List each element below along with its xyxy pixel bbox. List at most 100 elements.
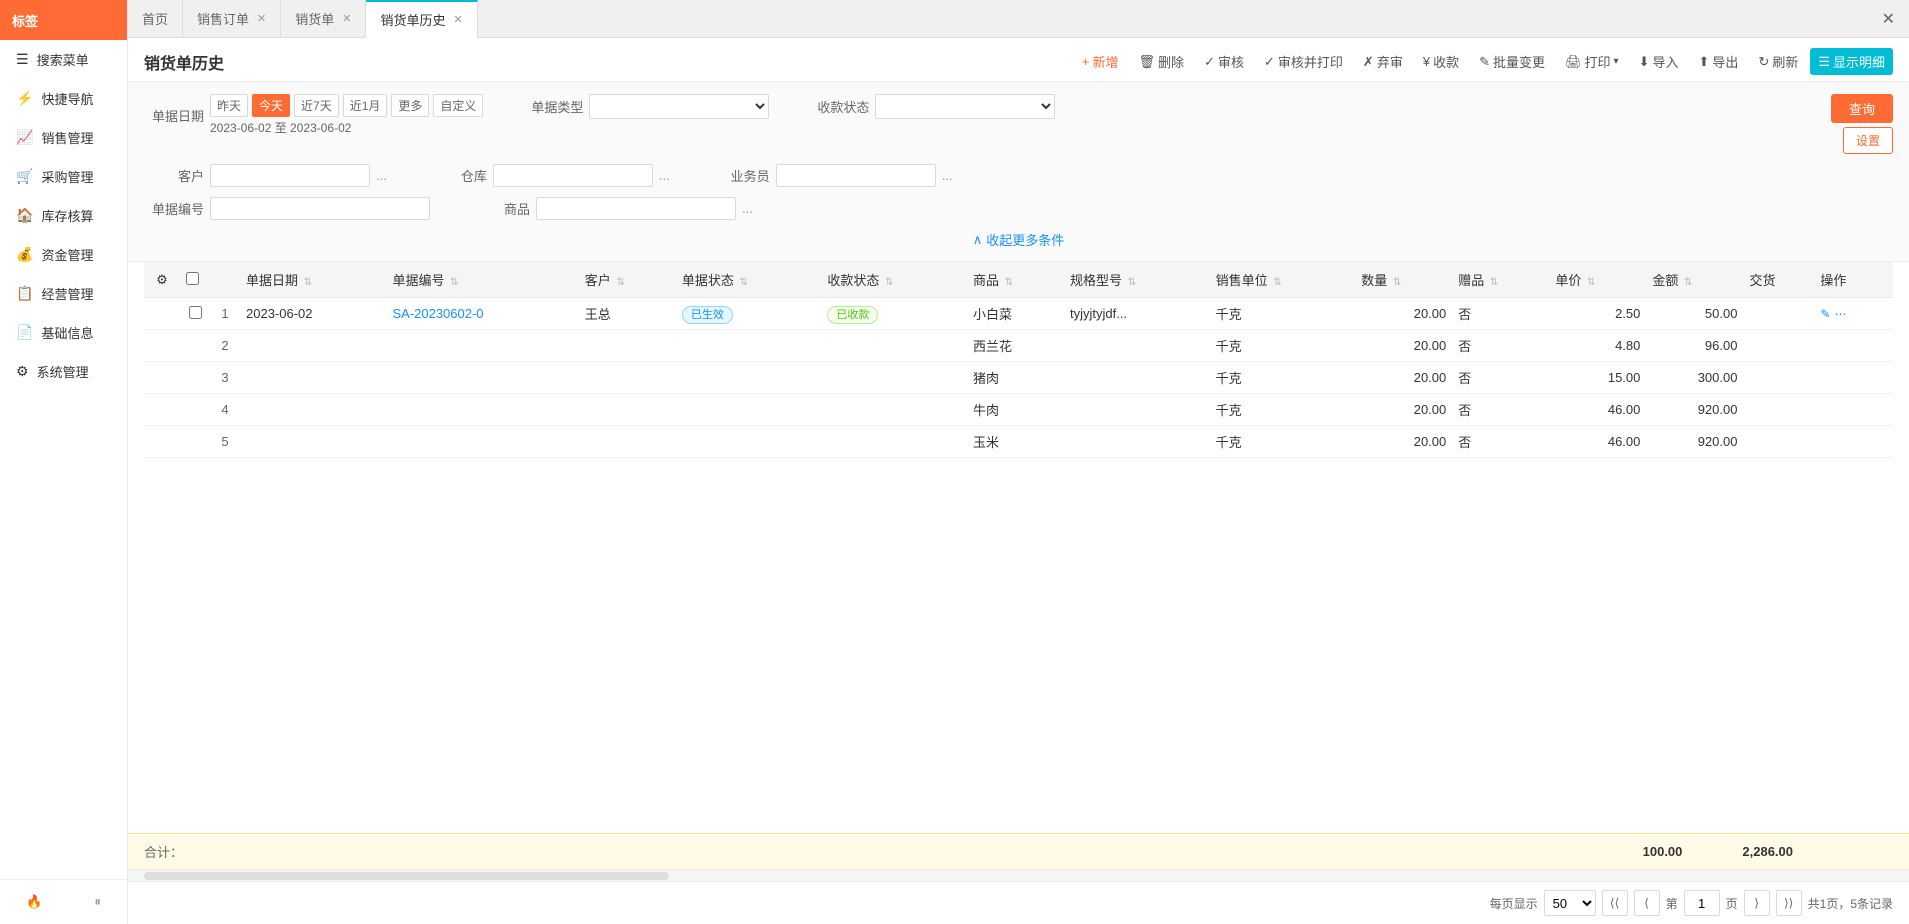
cell-checkbox[interactable] [180, 394, 210, 426]
export-button[interactable]: ⬆ 导出 [1690, 48, 1746, 75]
tab-sales-goods[interactable]: 销货单 ✕ [281, 0, 366, 38]
import-button[interactable]: ⬇ 导入 [1631, 48, 1687, 75]
tab-sales-goods-close[interactable]: ✕ [342, 12, 351, 25]
col-gift[interactable]: 赠品 ⇅ [1452, 262, 1549, 298]
cell-customer [579, 330, 676, 362]
warehouse-dots[interactable]: ... [659, 168, 670, 183]
tab-sales-order[interactable]: 销售订单 ✕ [183, 0, 281, 38]
sidebar-item-search-menu[interactable]: ☰ 搜索菜单 [0, 40, 127, 79]
cell-goods: 玉米 [967, 426, 1064, 458]
edit-action[interactable]: ✎ [1820, 307, 1830, 321]
salesperson-input[interactable] [776, 164, 936, 187]
discard-button[interactable]: ✗ 弃审 [1355, 48, 1411, 75]
filter-date: 单据日期 昨天 今天 近7天 近1月 更多 自定义 2023-06-02 至 2… [144, 94, 483, 136]
cell-checkbox[interactable] [180, 426, 210, 458]
table-row: 4 牛肉 千克 20.00 否 46.00 920.00 [144, 394, 1893, 426]
col-amount[interactable]: 金额 ⇅ [1646, 262, 1743, 298]
goods-dots[interactable]: ... [742, 201, 753, 216]
col-quantity[interactable]: 数量 ⇅ [1355, 262, 1452, 298]
ops-mgmt-icon: 📋 [16, 285, 33, 302]
col-unit-price[interactable]: 单价 ⇅ [1549, 262, 1646, 298]
col-customer[interactable]: 客户 ⇅ [579, 262, 676, 298]
page-first-button[interactable]: ⟨⟨ [1602, 890, 1628, 916]
cell-doc-no[interactable] [386, 330, 578, 362]
table-body: 1 2023-06-02 SA-20230602-0 王总 已生效 已收款 小白… [144, 298, 1893, 458]
salesperson-dots[interactable]: ... [942, 168, 953, 183]
customer-input[interactable] [210, 164, 370, 187]
cell-action [1814, 394, 1893, 426]
sidebar-item-sys-mgmt[interactable]: ⚙ 系统管理 [0, 352, 127, 391]
cell-doc-no[interactable]: SA-20230602-0 [386, 298, 578, 330]
col-checkbox[interactable] [180, 262, 210, 298]
date-1month[interactable]: 近1月 [343, 94, 388, 117]
sidebar-item-basic-info[interactable]: 📄 基础信息 [0, 313, 127, 352]
refresh-button[interactable]: ↻ 刷新 [1750, 48, 1806, 75]
date-yesterday[interactable]: 昨天 [210, 94, 248, 117]
tab-home[interactable]: 首页 [128, 0, 183, 38]
query-button[interactable]: 查询 [1831, 94, 1893, 123]
cell-doc-no[interactable] [386, 426, 578, 458]
date-today[interactable]: 今天 [252, 94, 290, 117]
payment-status-select[interactable] [875, 94, 1055, 119]
sidebar-bottom-btn-right[interactable]: ⏸ [88, 888, 107, 916]
date-custom[interactable]: 自定义 [433, 94, 483, 117]
doc-no-input[interactable] [210, 197, 430, 220]
sidebar-item-sales-mgmt[interactable]: 📈 销售管理 [0, 118, 127, 157]
print-button[interactable]: 🖨 打印 ▾ [1557, 48, 1627, 75]
col-unit[interactable]: 销售单位 ⇅ [1210, 262, 1356, 298]
filter-row-1: 单据日期 昨天 今天 近7天 近1月 更多 自定义 2023-06-02 至 2… [144, 94, 1893, 154]
delete-button[interactable]: 🗑 删除 [1131, 48, 1193, 75]
col-doc-date[interactable]: 单据日期 ⇅ [240, 262, 386, 298]
page-next-button[interactable]: ⟩ [1744, 890, 1770, 916]
set-button[interactable]: 设置 [1843, 127, 1893, 154]
more-action[interactable]: ⋯ [1834, 307, 1846, 321]
sort-spec-icon: ⇅ [1128, 277, 1136, 288]
doc-type-select[interactable] [589, 94, 769, 119]
audit-print-button[interactable]: ✓ 审核并打印 [1256, 48, 1351, 75]
add-button[interactable]: + 新增 [1074, 48, 1127, 75]
refresh-icon: ↻ [1758, 54, 1769, 70]
scrollbar-thumb[interactable] [144, 872, 669, 880]
col-spec[interactable]: 规格型号 ⇅ [1064, 262, 1210, 298]
col-settings[interactable]: ⚙ [144, 262, 180, 298]
cell-spec [1064, 330, 1210, 362]
col-payment-status[interactable]: 收款状态 ⇅ [821, 262, 967, 298]
cell-checkbox[interactable] [180, 362, 210, 394]
cell-doc-no[interactable] [386, 394, 578, 426]
scrollbar-area[interactable] [128, 869, 1909, 881]
sidebar-item-quick-nav[interactable]: ⚡ 快捷导航 [0, 79, 127, 118]
batch-change-button[interactable]: ✎ 批量变更 [1471, 48, 1553, 75]
collect-button[interactable]: ¥ 收款 [1415, 48, 1467, 75]
customer-dots[interactable]: ... [376, 168, 387, 183]
col-doc-no[interactable]: 单据编号 ⇅ [386, 262, 578, 298]
show-detail-button[interactable]: ☰ 显示明细 [1810, 48, 1893, 75]
sidebar-item-purchase-mgmt[interactable]: 🛒 采购管理 [0, 157, 127, 196]
page-content: 销货单历史 + 新增 🗑 删除 ✓ 审核 ✓ 审核并打印 [128, 38, 1909, 924]
window-close-button[interactable]: ✕ [1868, 0, 1909, 38]
page-number-input[interactable] [1684, 890, 1720, 916]
cell-checkbox[interactable] [180, 330, 210, 362]
page-last-button[interactable]: ⟩⟩ [1776, 890, 1802, 916]
col-goods[interactable]: 商品 ⇅ [967, 262, 1064, 298]
sidebar-bottom-btn-left[interactable]: 🔥 [20, 888, 48, 916]
sidebar-item-finance-mgmt[interactable]: 💰 资金管理 [0, 235, 127, 274]
col-doc-status[interactable]: 单据状态 ⇅ [676, 262, 822, 298]
tab-sales-order-close[interactable]: ✕ [257, 12, 266, 25]
sort-customer-icon: ⇅ [616, 277, 624, 288]
warehouse-input[interactable] [493, 164, 653, 187]
tab-sales-history-close[interactable]: ✕ [454, 13, 463, 26]
sidebar-item-ops-mgmt[interactable]: 📋 经营管理 [0, 274, 127, 313]
cell-checkbox[interactable] [180, 298, 210, 330]
per-page-select[interactable]: 50 100 [1544, 890, 1596, 916]
audit-button[interactable]: ✓ 审核 [1196, 48, 1252, 75]
date-7days[interactable]: 近7天 [294, 94, 339, 117]
tab-sales-history[interactable]: 销货单历史 ✕ [366, 0, 477, 38]
cell-doc-no[interactable] [386, 362, 578, 394]
collapse-button[interactable]: ∧ 收起更多条件 [144, 230, 1893, 249]
date-more[interactable]: 更多 [391, 94, 429, 117]
row-checkbox[interactable] [189, 306, 202, 319]
select-all-checkbox[interactable] [186, 272, 199, 285]
sidebar-item-inventory[interactable]: 🏠 库存核算 [0, 196, 127, 235]
page-prev-button[interactable]: ⟨ [1634, 890, 1660, 916]
goods-input[interactable] [536, 197, 736, 220]
